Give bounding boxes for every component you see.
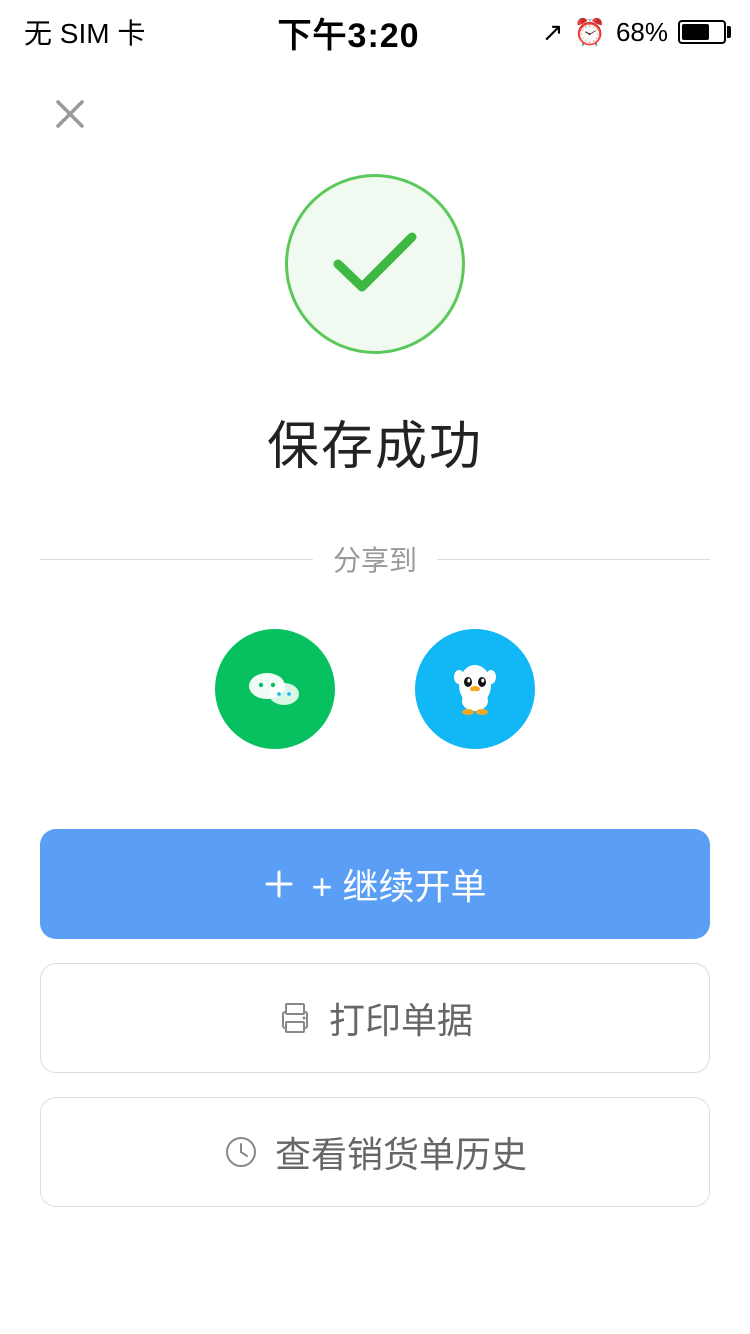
plus-icon — [263, 868, 295, 900]
share-section: 分享到 — [40, 539, 710, 749]
checkmark-icon — [330, 229, 420, 299]
printer-icon — [277, 1000, 313, 1036]
close-button[interactable] — [40, 84, 100, 144]
action-buttons: + 继续开单 打印单据 查看销 — [40, 829, 710, 1207]
wechat-icon — [240, 654, 310, 724]
share-icons — [215, 629, 535, 749]
success-circle — [285, 174, 465, 354]
divider-right — [437, 559, 710, 560]
battery-fill — [682, 24, 709, 40]
carrier-text: 无 SIM 卡 — [24, 12, 145, 52]
qq-share-button[interactable] — [415, 629, 535, 749]
battery-percentage: 68% — [616, 17, 668, 48]
main-content: 保存成功 分享到 — [0, 64, 750, 1334]
qq-icon — [441, 655, 509, 723]
history-label: 查看销货单历史 — [275, 1126, 527, 1178]
status-right: ↗ ⏰ 68% — [542, 17, 726, 48]
wechat-share-button[interactable] — [215, 629, 335, 749]
status-left: 无 SIM 卡 — [24, 12, 155, 52]
divider-row: 分享到 — [40, 539, 710, 579]
status-bar: 无 SIM 卡 下午3:20 ↗ ⏰ 68% — [0, 0, 750, 64]
print-label: 打印单据 — [329, 992, 473, 1044]
battery-icon — [678, 20, 726, 44]
clock-icon — [223, 1134, 259, 1170]
share-label: 分享到 — [333, 539, 417, 579]
status-time: 下午3:20 — [278, 8, 420, 57]
success-title: 保存成功 — [267, 404, 483, 479]
continue-order-label: + 继续开单 — [311, 858, 486, 910]
history-button[interactable]: 查看销货单历史 — [40, 1097, 710, 1207]
location-icon: ↗ — [542, 17, 564, 48]
alarm-icon: ⏰ — [574, 17, 606, 48]
continue-order-button[interactable]: + 继续开单 — [40, 829, 710, 939]
print-button[interactable]: 打印单据 — [40, 963, 710, 1073]
divider-left — [40, 559, 313, 560]
